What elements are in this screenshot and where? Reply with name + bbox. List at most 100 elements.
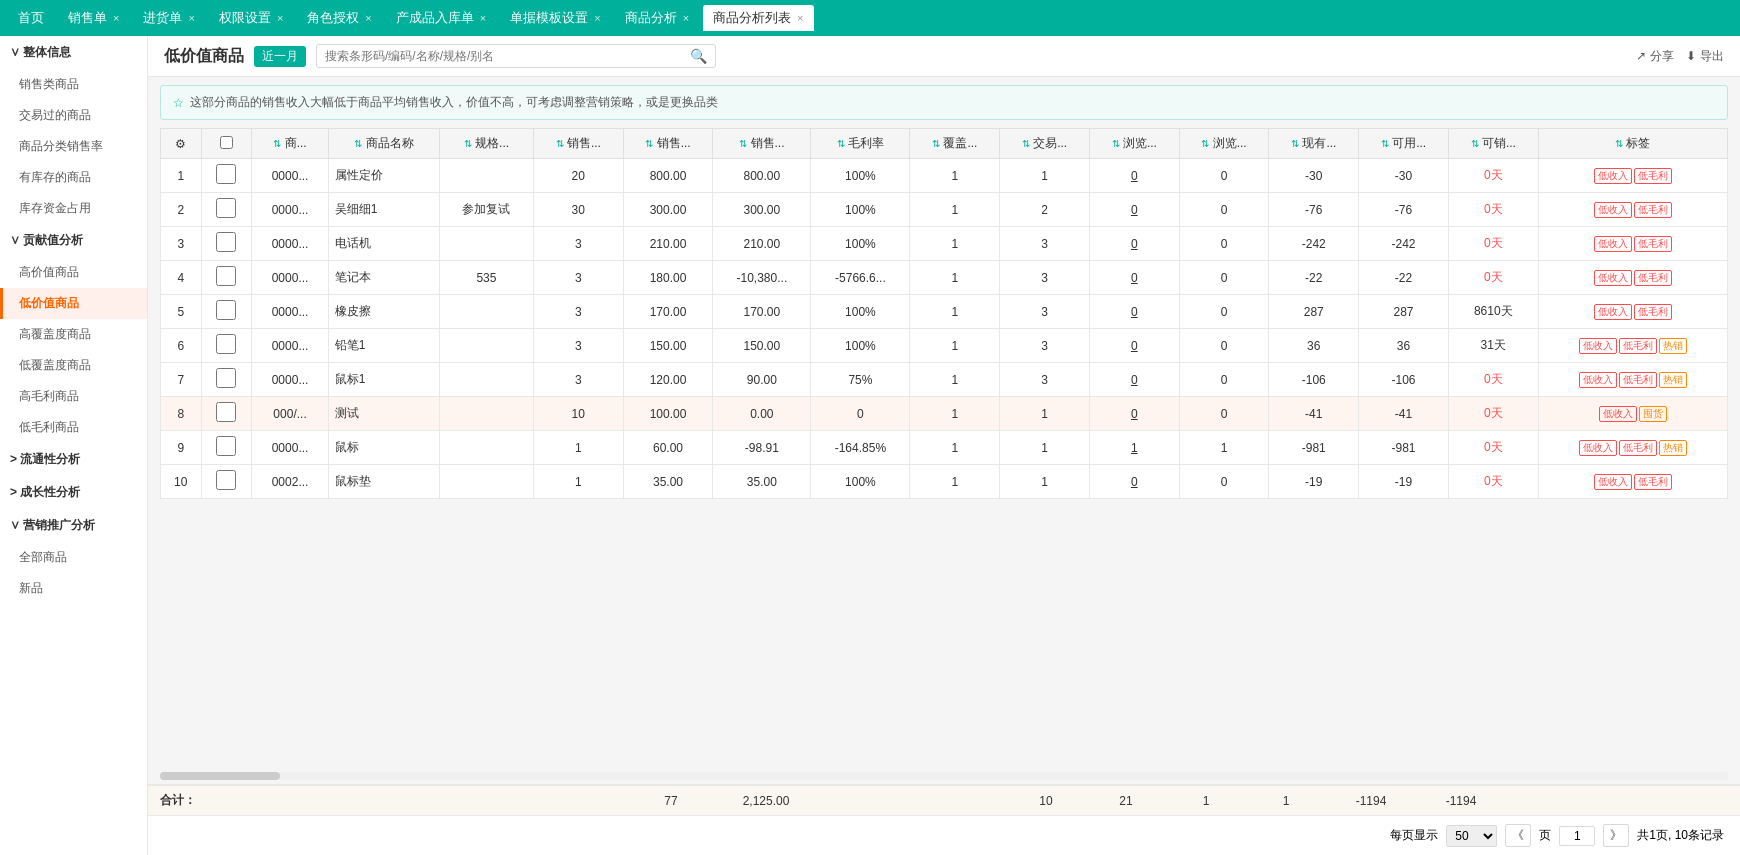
sidebar-item-high-coverage[interactable]: 高覆盖度商品 — [0, 319, 147, 350]
row-sale1: 1 — [533, 431, 623, 465]
page-number-input[interactable] — [1559, 826, 1595, 846]
close-icon[interactable]: × — [188, 12, 194, 24]
row-checkbox[interactable] — [201, 329, 252, 363]
sidebar-group-overall[interactable]: ∨ 整体信息 — [0, 36, 147, 69]
sidebar-item-stock-products[interactable]: 有库存的商品 — [0, 162, 147, 193]
row-checkbox[interactable] — [201, 431, 252, 465]
nav-item-sales[interactable]: 销售单 × — [58, 5, 129, 31]
export-button[interactable]: ⬇ 导出 — [1686, 48, 1724, 65]
table-row: 7 0000... 鼠标1 3 120.00 90.00 75% 1 3 0 0… — [161, 363, 1728, 397]
sidebar-item-sales-products[interactable]: 销售类商品 — [0, 69, 147, 100]
nav-item-permission[interactable]: 权限设置 × — [209, 5, 293, 31]
sidebar-item-high-value[interactable]: 高价值商品 — [0, 257, 147, 288]
close-icon[interactable]: × — [113, 12, 119, 24]
col-spec[interactable]: ⇅ 规格... — [440, 129, 534, 159]
col-checkbox[interactable] — [201, 129, 252, 159]
row-name: 属性定价 — [328, 159, 439, 193]
row-stock1: 287 — [1269, 295, 1359, 329]
col-sale3[interactable]: ⇅ 销售... — [713, 129, 811, 159]
row-cover: 1 — [910, 431, 1000, 465]
col-name[interactable]: ⇅ 商品名称 — [328, 129, 439, 159]
row-checkbox[interactable] — [201, 193, 252, 227]
col-settings[interactable]: ⚙ — [161, 129, 202, 159]
col-gross[interactable]: ⇅ 毛利率 — [811, 129, 910, 159]
sidebar-item-all-products[interactable]: 全部商品 — [0, 542, 147, 573]
nav-item-analysis[interactable]: 商品分析 × — [615, 5, 699, 31]
row-code: 000/... — [252, 397, 328, 431]
sidebar-group-circulation[interactable]: > 流通性分析 — [0, 443, 147, 476]
row-browse2: 1 — [1179, 431, 1269, 465]
sidebar-group-marketing[interactable]: ∨ 营销推广分析 — [0, 509, 147, 542]
per-page-select[interactable]: 50 100 200 — [1446, 825, 1497, 847]
col-stock1[interactable]: ⇅ 现有... — [1269, 129, 1359, 159]
first-page-button[interactable]: 《 — [1505, 824, 1531, 847]
col-cover[interactable]: ⇅ 覆盖... — [910, 129, 1000, 159]
row-gross: 100% — [811, 465, 910, 499]
col-browse1[interactable]: ⇅ 浏览... — [1089, 129, 1179, 159]
sidebar-group-contribution[interactable]: ∨ 贡献值分析 — [0, 224, 147, 257]
row-browse2: 0 — [1179, 397, 1269, 431]
nav-item-role[interactable]: 角色授权 × — [297, 5, 381, 31]
nav-item-home[interactable]: 首页 — [8, 5, 54, 31]
row-checkbox[interactable] — [201, 261, 252, 295]
search-input[interactable] — [325, 49, 685, 63]
row-browse2: 0 — [1179, 363, 1269, 397]
search-icon[interactable]: 🔍 — [690, 48, 707, 64]
sidebar-item-stock-capital[interactable]: 库存资金占用 — [0, 193, 147, 224]
close-icon[interactable]: × — [480, 12, 486, 24]
nav-item-template[interactable]: 单据模板设置 × — [500, 5, 610, 31]
sidebar-group-marketing-label: ∨ 营销推广分析 — [10, 517, 95, 534]
row-days: 0天 — [1448, 159, 1538, 193]
last-page-button[interactable]: 》 — [1603, 824, 1629, 847]
table-row: 6 0000... 铅笔1 3 150.00 150.00 100% 1 3 0… — [161, 329, 1728, 363]
sidebar-item-category-rate[interactable]: 商品分类销售率 — [0, 131, 147, 162]
col-browse2[interactable]: ⇅ 浏览... — [1179, 129, 1269, 159]
row-browse1: 0 — [1089, 363, 1179, 397]
row-checkbox[interactable] — [201, 227, 252, 261]
row-code: 0000... — [252, 329, 328, 363]
sidebar-item-low-value[interactable]: 低价值商品 — [0, 288, 147, 319]
sidebar-item-high-profit[interactable]: 高毛利商品 — [0, 381, 147, 412]
row-checkbox[interactable] — [201, 295, 252, 329]
close-icon[interactable]: × — [797, 12, 803, 24]
info-text: 这部分商品的销售收入大幅低于商品平均销售收入，价值不高，可考虑调整营销策略，或是… — [190, 94, 718, 111]
col-code[interactable]: ⇅ 商... — [252, 129, 328, 159]
col-tags[interactable]: ⇅ 标签 — [1538, 129, 1727, 159]
period-button[interactable]: 近一月 — [254, 46, 306, 67]
table-row: 9 0000... 鼠标 1 60.00 -98.91 -164.85% 1 1… — [161, 431, 1728, 465]
nav-item-inbound[interactable]: 产成品入库单 × — [386, 5, 496, 31]
row-checkbox[interactable] — [201, 363, 252, 397]
close-icon[interactable]: × — [594, 12, 600, 24]
col-trade[interactable]: ⇅ 交易... — [1000, 129, 1090, 159]
scrollbar-thumb[interactable] — [160, 772, 280, 780]
sidebar-item-low-coverage[interactable]: 低覆盖度商品 — [0, 350, 147, 381]
col-sale2[interactable]: ⇅ 销售... — [623, 129, 713, 159]
col-sale1[interactable]: ⇅ 销售... — [533, 129, 623, 159]
col-days[interactable]: ⇅ 可销... — [1448, 129, 1538, 159]
close-icon[interactable]: × — [365, 12, 371, 24]
footer-stock1: -1194 — [1336, 794, 1406, 808]
close-icon[interactable]: × — [683, 12, 689, 24]
sidebar-group-growth[interactable]: > 成长性分析 — [0, 476, 147, 509]
row-checkbox[interactable] — [201, 465, 252, 499]
sidebar-item-new-products[interactable]: 新品 — [0, 573, 147, 604]
app-root: 首页 销售单 × 进货单 × 权限设置 × 角色授权 × 产成品入库单 × 单据… — [0, 0, 1740, 855]
row-browse1: 0 — [1089, 295, 1179, 329]
row-checkbox[interactable] — [201, 159, 252, 193]
sidebar-item-traded-products[interactable]: 交易过的商品 — [0, 100, 147, 131]
row-code: 0000... — [252, 295, 328, 329]
col-stock2[interactable]: ⇅ 可用... — [1359, 129, 1449, 159]
close-icon[interactable]: × — [277, 12, 283, 24]
row-checkbox[interactable] — [201, 397, 252, 431]
nav-item-purchase[interactable]: 进货单 × — [133, 5, 204, 31]
row-stock2: -22 — [1359, 261, 1449, 295]
horizontal-scrollbar[interactable] — [160, 772, 1728, 780]
row-stock1: -19 — [1269, 465, 1359, 499]
row-spec: 535 — [440, 261, 534, 295]
select-all-checkbox[interactable] — [220, 136, 233, 149]
nav-item-analysis-list[interactable]: 商品分析列表 × — [703, 5, 813, 31]
sidebar-item-low-profit[interactable]: 低毛利商品 — [0, 412, 147, 443]
share-button[interactable]: ↗ 分享 — [1636, 48, 1674, 65]
row-trade: 3 — [1000, 227, 1090, 261]
row-sale1: 3 — [533, 227, 623, 261]
